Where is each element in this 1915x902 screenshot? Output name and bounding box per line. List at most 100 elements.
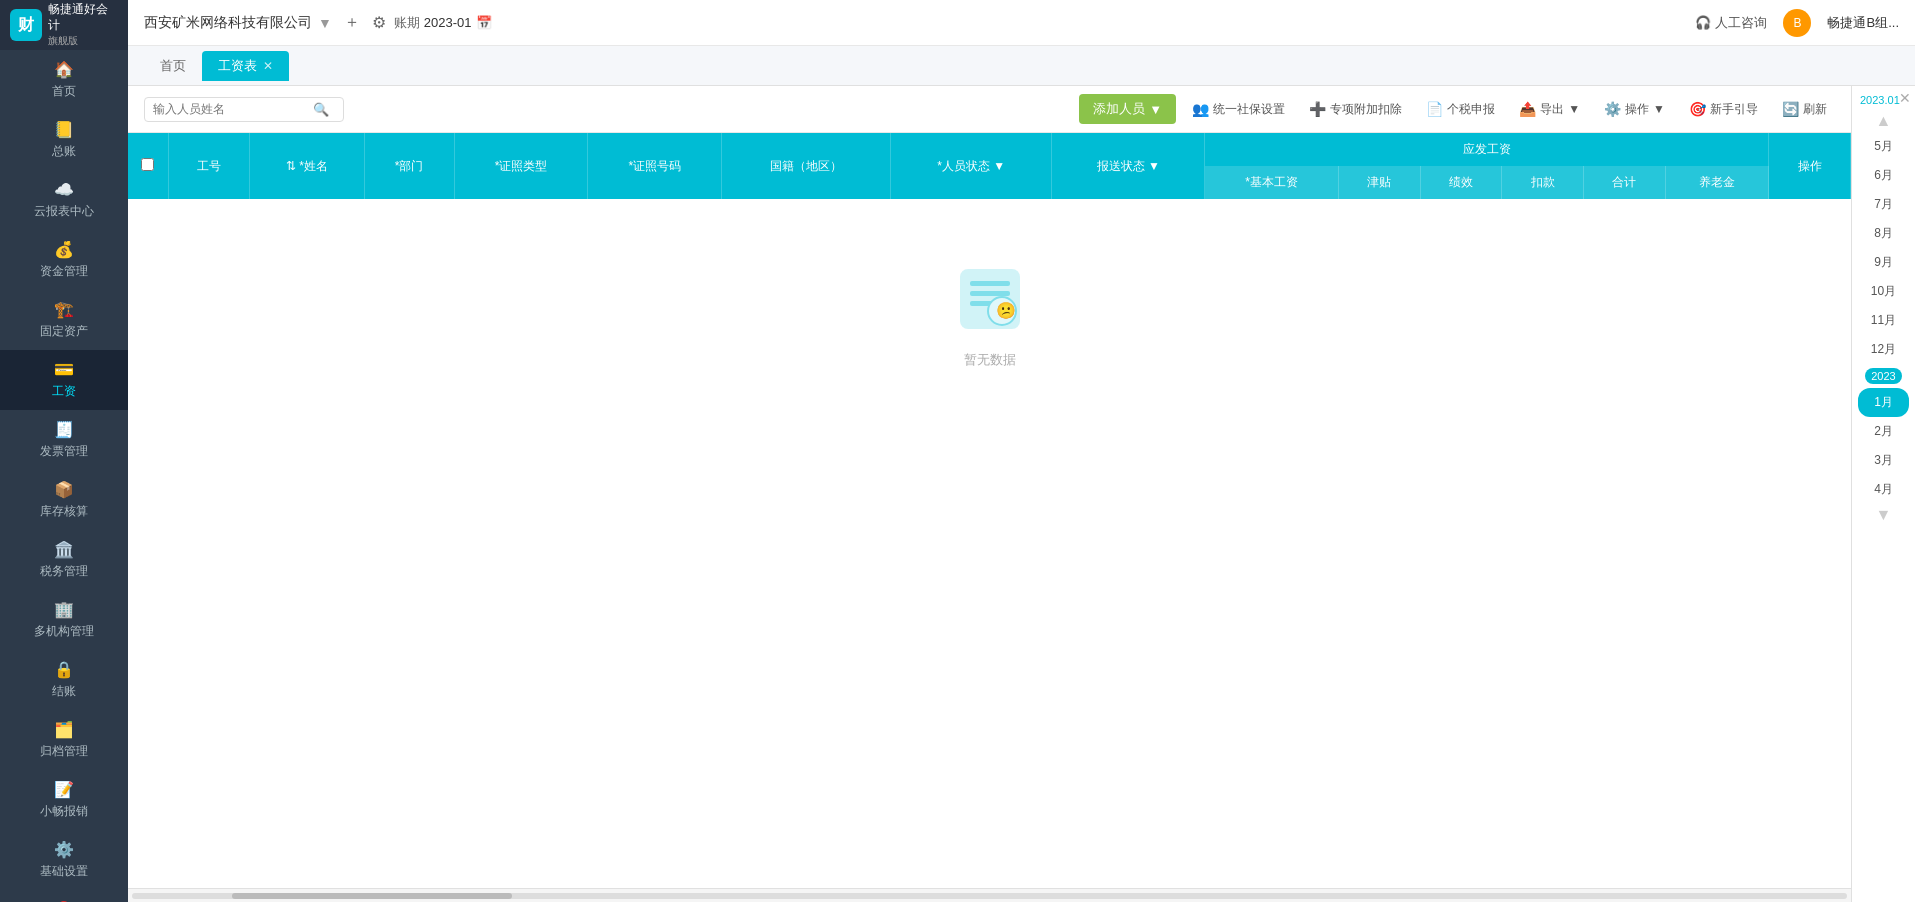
sidebar-item-expense[interactable]: 📝 小畅报销 xyxy=(0,770,128,830)
sidebar-item-archive[interactable]: 🗂️ 归档管理 xyxy=(0,710,128,770)
th-base-salary: *基本工资 xyxy=(1205,166,1339,199)
user-name[interactable]: 畅捷通B组... xyxy=(1827,14,1899,32)
th-salary-group: 应发工资 xyxy=(1205,133,1769,166)
operate-label: 操作 xyxy=(1625,101,1649,118)
sidebar-item-close[interactable]: 🔒 结账 xyxy=(0,650,128,710)
select-all-th xyxy=(128,133,168,199)
operate-icon: ⚙️ xyxy=(1604,101,1621,117)
th-id-type: *证照类型 xyxy=(454,133,588,199)
th-name: ⇅ *姓名 xyxy=(250,133,364,199)
month-item-2023-1[interactable]: 1月 xyxy=(1858,388,1909,417)
tax-report-label: 个税申报 xyxy=(1447,101,1495,118)
month-nav-down-icon[interactable]: ▼ xyxy=(1874,504,1894,526)
sidebar-item-multi[interactable]: 🏢 多机构管理 xyxy=(0,590,128,650)
logo-icon: 财 xyxy=(10,9,42,41)
month-item-2022-9[interactable]: 9月 xyxy=(1852,248,1915,277)
add-employee-label: 添加人员 xyxy=(1093,100,1145,118)
sidebar-item-cloud-label: 云报表中心 xyxy=(34,203,94,220)
th-report-status: 报送状态 ▼ xyxy=(1052,133,1205,199)
month-item-2022-11[interactable]: 11月 xyxy=(1852,306,1915,335)
tab-home-label: 首页 xyxy=(160,57,186,75)
calendar-icon[interactable]: 📅 xyxy=(476,15,492,30)
fund-icon: 💰 xyxy=(54,240,74,259)
month-item-2022-12[interactable]: 12月 xyxy=(1852,335,1915,364)
close-accounts-icon: 🔒 xyxy=(54,660,74,679)
th-deduction: 扣款 xyxy=(1502,166,1584,199)
service-btn[interactable]: 🎧 人工咨询 xyxy=(1695,14,1767,32)
asset-icon: 🏗️ xyxy=(54,300,74,319)
tax-report-btn[interactable]: 📄 个税申报 xyxy=(1418,97,1503,122)
sidebar-item-ledger[interactable]: 📒 总账 xyxy=(0,110,128,170)
empty-text: 暂无数据 xyxy=(964,351,1016,369)
month-item-2022-5[interactable]: 5月 xyxy=(1852,132,1915,161)
deduction-btn[interactable]: ➕ 专项附加扣除 xyxy=(1301,97,1410,122)
scroll-thumb[interactable] xyxy=(232,893,512,899)
month-item-2023-2[interactable]: 2月 xyxy=(1852,417,1915,446)
invoice-icon: 🧾 xyxy=(54,420,74,439)
tab-salary[interactable]: 工资表 ✕ xyxy=(202,51,289,81)
operate-btn[interactable]: ⚙️ 操作 ▼ xyxy=(1596,97,1673,122)
sidebar-item-multi-label: 多机构管理 xyxy=(34,623,94,640)
search-icon[interactable]: 🔍 xyxy=(313,102,329,117)
company-selector[interactable]: 西安矿米网络科技有限公司 ▼ xyxy=(144,14,332,32)
new-guide-icon: 🎯 xyxy=(1689,101,1706,117)
sidebar-item-cloud[interactable]: ☁️ 云报表中心 xyxy=(0,170,128,230)
export-label: 导出 xyxy=(1540,101,1564,118)
archive-icon: 🗂️ xyxy=(54,720,74,739)
sidebar-item-asset-label: 固定资产 xyxy=(40,323,88,340)
sidebar-item-inventory[interactable]: 📦 库存核算 xyxy=(0,470,128,530)
th-id-no: *证照号码 xyxy=(588,133,722,199)
export-arrow-icon: ▼ xyxy=(1568,102,1580,116)
svg-text:😕: 😕 xyxy=(996,301,1016,320)
panel-close-icon[interactable]: ✕ xyxy=(1899,90,1911,106)
tab-close-icon[interactable]: ✕ xyxy=(263,59,273,73)
main-content: 🔍 添加人员 ▼ 👥 统一社保设置 ➕ 专项附加扣除 xyxy=(128,86,1851,902)
sidebar-item-home[interactable]: 🏠 首页 xyxy=(0,50,128,110)
month-item-2022-7[interactable]: 7月 xyxy=(1852,190,1915,219)
scroll-track[interactable] xyxy=(132,893,1847,899)
sidebar-nav: 🏠 首页 📒 总账 ☁️ 云报表中心 💰 资金管理 🏗️ 固定资产 💳 工资 🧾… xyxy=(0,50,128,902)
sidebar-item-fund-label: 资金管理 xyxy=(40,263,88,280)
month-item-2022-8[interactable]: 8月 xyxy=(1852,219,1915,248)
sidebar-item-asset[interactable]: 🏗️ 固定资产 xyxy=(0,290,128,350)
month-item-2023-3[interactable]: 3月 xyxy=(1852,446,1915,475)
tab-bar: 首页 工资表 ✕ xyxy=(128,46,1915,86)
sidebar-item-fund[interactable]: 💰 资金管理 xyxy=(0,230,128,290)
sidebar-item-guide[interactable]: 🎯 新手引导 xyxy=(0,890,128,902)
sidebar-item-tax[interactable]: 🏛️ 税务管理 xyxy=(0,530,128,590)
new-guide-btn[interactable]: 🎯 新手引导 xyxy=(1681,97,1766,122)
scroll-bar-area xyxy=(128,888,1851,902)
month-item-2022-10[interactable]: 10月 xyxy=(1852,277,1915,306)
sidebar-item-invoice[interactable]: 🧾 发票管理 xyxy=(0,410,128,470)
sidebar-item-expense-label: 小畅报销 xyxy=(40,803,88,820)
th-total: 合计 xyxy=(1584,166,1666,199)
social-settings-btn[interactable]: 👥 统一社保设置 xyxy=(1184,97,1293,122)
company-name: 西安矿米网络科技有限公司 xyxy=(144,14,312,32)
tab-salary-label: 工资表 xyxy=(218,57,257,75)
tab-home[interactable]: 首页 xyxy=(144,51,202,81)
sidebar-item-salary[interactable]: 💳 工资 xyxy=(0,350,128,410)
select-all-checkbox[interactable] xyxy=(141,158,154,171)
salary-table: 工号 ⇅ *姓名 *部门 *证照类型 *证照号码 国籍（地区） *人员状态 ▼ … xyxy=(128,133,1851,199)
ledger-icon: 📒 xyxy=(54,120,74,139)
social-settings-label: 统一社保设置 xyxy=(1213,101,1285,118)
search-input[interactable] xyxy=(153,102,313,116)
refresh-btn[interactable]: 🔄 刷新 xyxy=(1774,97,1835,122)
empty-icon: 😕 xyxy=(950,259,1030,339)
panel-header: ✕ 2023.01 xyxy=(1852,90,1915,110)
add-company-btn[interactable]: ＋ xyxy=(344,12,360,33)
month-nav-up-icon[interactable]: ▲ xyxy=(1874,110,1894,132)
service-label: 人工咨询 xyxy=(1715,14,1767,32)
main-area: 西安矿米网络科技有限公司 ▼ ＋ ⚙ 账期 2023-01 📅 🎧 人工咨询 B… xyxy=(128,0,1915,902)
month-item-2022-6[interactable]: 6月 xyxy=(1852,161,1915,190)
month-item-2023-4[interactable]: 4月 xyxy=(1852,475,1915,504)
social-icon: 👥 xyxy=(1192,101,1209,117)
toolbar: 🔍 添加人员 ▼ 👥 统一社保设置 ➕ 专项附加扣除 xyxy=(128,86,1851,133)
toolbar-right: 添加人员 ▼ 👥 统一社保设置 ➕ 专项附加扣除 📄 个税申报 xyxy=(1079,94,1835,124)
export-btn[interactable]: 📤 导出 ▼ xyxy=(1511,97,1588,122)
add-employee-button[interactable]: 添加人员 ▼ xyxy=(1079,94,1176,124)
logo-text-wrap: 畅捷通好会计 旗舰版 xyxy=(48,2,118,47)
header-actions: ＋ ⚙ xyxy=(344,12,386,33)
sidebar-item-settings[interactable]: ⚙️ 基础设置 xyxy=(0,830,128,890)
settings-company-btn[interactable]: ⚙ xyxy=(372,13,386,32)
